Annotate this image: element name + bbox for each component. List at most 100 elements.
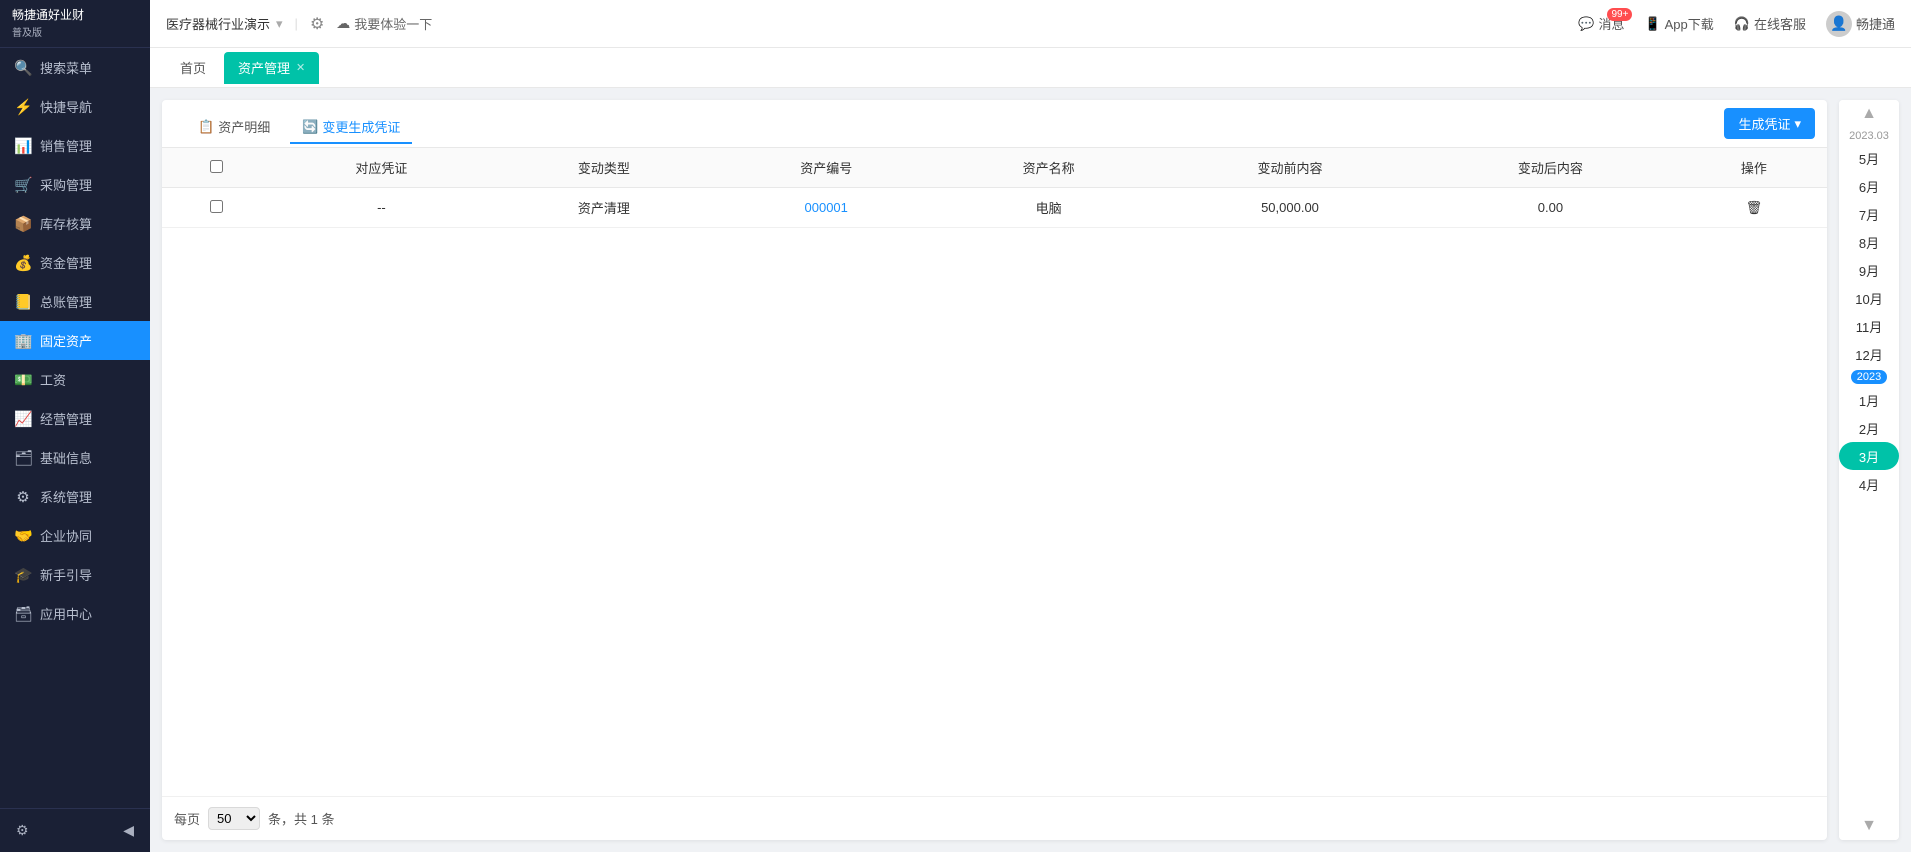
sidebar-item-search[interactable]: 🔍 搜索菜单 <box>0 48 150 87</box>
cell-before-change: 50,000.00 <box>1160 188 1420 228</box>
header-row: 对应凭证变动类型资产编号资产名称变动前内容变动后内容操作 <box>162 148 1827 188</box>
sidebar-scroll: 🔍 搜索菜单 ⚡快捷导航📊销售管理 🛒 采购管理 📦库存核算💰资金管理 📒 总账管理 🏢固定资产… <box>0 48 150 808</box>
settings-icon[interactable]: ⚙ <box>16 822 29 839</box>
logo-sub: 普及版 <box>12 24 84 39</box>
generate-voucher-button[interactable]: 生成凭证 ▾ <box>1724 108 1815 139</box>
content-area: 📋资产明细🔄变更生成凭证 生成凭证 ▾ 对应凭证变动类型资产编号资产名称变动前内… <box>150 88 1911 852</box>
page-size-select[interactable]: 102050100 <box>208 807 260 830</box>
tab-asset-mgmt[interactable]: 资产管理✕ <box>224 52 319 84</box>
sub-tab-icon: 📋 <box>198 119 214 135</box>
sidebar-label: 总账管理 <box>40 292 92 311</box>
calendar-month-10月[interactable]: 10月 <box>1839 284 1899 312</box>
sidebar-label: 系统管理 <box>40 487 92 506</box>
message-action[interactable]: 💬 消息 99+ <box>1578 14 1624 33</box>
ledger-icon: 📒 <box>14 293 32 311</box>
sub-tab-asset-detail[interactable]: 📋资产明细 <box>186 111 282 144</box>
system-icon: ⚙ <box>14 488 32 506</box>
sidebar-item-salary[interactable]: 💵工资 <box>0 360 150 399</box>
table-header: 对应凭证变动类型资产编号资产名称变动前内容变动后内容操作 <box>162 148 1827 188</box>
calendar-month-2023-4月[interactable]: 4月 <box>1839 470 1899 498</box>
sidebar-item-enterprise[interactable]: 🤝 企业协同 <box>0 516 150 555</box>
sidebar-label: 固定资产 <box>40 331 92 350</box>
tab-close-icon[interactable]: ✕ <box>296 61 305 74</box>
tab-home[interactable]: 首页 <box>166 52 220 84</box>
calendar-up-btn[interactable]: ▲ <box>1839 100 1899 128</box>
customer-service-action[interactable]: 🎧 在线客服 <box>1734 14 1806 33</box>
table-wrap: 对应凭证变动类型资产编号资产名称变动前内容变动后内容操作 --资产清理00000… <box>162 148 1827 796</box>
calendar-month-2023-2月[interactable]: 2月 <box>1839 414 1899 442</box>
total-text: 条，共 1 条 <box>268 809 334 828</box>
sidebar-label: 搜索菜单 <box>40 58 92 77</box>
calendar-month-8月[interactable]: 8月 <box>1839 228 1899 256</box>
sales-icon: 📊 <box>14 137 32 155</box>
sidebar-item-ledger[interactable]: 📒 总账管理 <box>0 282 150 321</box>
sidebar-label: 企业协同 <box>40 526 92 545</box>
calendar-month-2023-1月[interactable]: 1月 <box>1839 386 1899 414</box>
sidebar-footer: ⚙ ◀ <box>0 808 150 852</box>
enterprise-icon: 🤝 <box>14 527 32 545</box>
sidebar-item-fixed-assets[interactable]: 🏢固定资产 <box>0 321 150 360</box>
sidebar-label: 新手引导 <box>40 565 92 584</box>
cell-asset-name: 电脑 <box>937 188 1159 228</box>
sidebar-item-inventory[interactable]: 📦库存核算 <box>0 204 150 243</box>
calendar-month-5月[interactable]: 5月 <box>1839 144 1899 172</box>
user-menu[interactable]: 👤 畅捷通 <box>1826 11 1895 37</box>
calendar-year-2022-label: 2023.03 <box>1839 128 1899 144</box>
topbar: 医疗器械行业演示 ▾ | ⚙ ☁ 我要体验一下 💬 消息 99+ 📱 App下载… <box>150 0 1911 48</box>
company-selector[interactable]: 医疗器械行业演示 ▾ <box>166 14 283 33</box>
calendar-month-6月[interactable]: 6月 <box>1839 172 1899 200</box>
sub-tab-label: 资产明细 <box>218 117 270 136</box>
col-before-change: 变动前内容 <box>1160 148 1420 188</box>
cell-change-type: 资产清理 <box>493 188 715 228</box>
collapse-icon[interactable]: ◀ <box>123 822 134 839</box>
salary-icon: 💵 <box>14 371 32 389</box>
sidebar-item-purchase[interactable]: 🛒 采购管理 <box>0 165 150 204</box>
sidebar-label: 库存核算 <box>40 214 92 233</box>
app-center-icon: 🗃 <box>14 605 32 623</box>
app-download-action[interactable]: 📱 App下载 <box>1644 14 1713 33</box>
sidebar-item-operations[interactable]: 📈经营管理 <box>0 399 150 438</box>
search-icon: 🔍 <box>14 59 32 77</box>
cell-after-change: 0.00 <box>1420 188 1680 228</box>
row-checkbox[interactable] <box>210 200 223 213</box>
cell-operation[interactable]: 🗑 <box>1681 188 1827 228</box>
sidebar-item-guide[interactable]: 🎓新手引导 <box>0 555 150 594</box>
purchase-icon: 🛒 <box>14 176 32 194</box>
select-all-checkbox[interactable] <box>210 160 223 173</box>
calendar-month-12月[interactable]: 12月 <box>1839 340 1899 368</box>
avatar: 👤 <box>1826 11 1852 37</box>
sidebar-label: 采购管理 <box>40 175 92 194</box>
sidebar-item-sales[interactable]: 📊销售管理 <box>0 126 150 165</box>
message-icon: 💬 <box>1578 16 1594 32</box>
message-badge: 99+ <box>1607 8 1632 21</box>
calendar-month-11月[interactable]: 11月 <box>1839 312 1899 340</box>
sidebar-item-funds[interactable]: 💰资金管理 <box>0 243 150 282</box>
action-bar: 生成凭证 ▾ <box>1724 100 1815 147</box>
tab-label: 首页 <box>180 58 206 77</box>
sidebar-label: 资金管理 <box>40 253 92 272</box>
sidebar-item-app-center[interactable]: 🗃应用中心 <box>0 594 150 633</box>
sidebar-item-quick-nav[interactable]: ⚡快捷导航 <box>0 87 150 126</box>
topbar-right: 💬 消息 99+ 📱 App下载 🎧 在线客服 👤 畅捷通 <box>1578 11 1895 37</box>
sub-tab-icon: 🔄 <box>302 119 318 135</box>
settings-gear-icon[interactable]: ⚙ <box>310 14 324 34</box>
sub-tab-change-voucher[interactable]: 🔄变更生成凭证 <box>290 111 412 144</box>
col-asset-name: 资产名称 <box>937 148 1159 188</box>
phone-icon: 📱 <box>1644 16 1660 32</box>
year-2023-badge[interactable]: 2023 <box>1851 370 1887 384</box>
calendar-month-2023-3月[interactable]: 3月 <box>1839 442 1899 470</box>
sub-tab-label: 变更生成凭证 <box>322 117 400 136</box>
logo-text: 畅捷通好业财 <box>12 8 84 24</box>
calendar-month-7月[interactable]: 7月 <box>1839 200 1899 228</box>
experience-btn[interactable]: ☁ 我要体验一下 <box>336 14 432 33</box>
main-area: 医疗器械行业演示 ▾ | ⚙ ☁ 我要体验一下 💬 消息 99+ 📱 App下载… <box>150 0 1911 852</box>
calendar-month-9月[interactable]: 9月 <box>1839 256 1899 284</box>
table-body: --资产清理000001电脑50,000.000.00🗑 <box>162 188 1827 228</box>
calendar-panel: ▲ 2023.035月6月7月8月9月10月11月12月 2023 1月2月3月4月… <box>1839 100 1899 840</box>
cell-voucher: -- <box>270 188 492 228</box>
sidebar-item-basic-info[interactable]: 🗂基础信息 <box>0 438 150 477</box>
calendar-down-btn[interactable]: ▼ <box>1839 812 1899 840</box>
col-checkbox <box>162 148 270 188</box>
dropdown-arrow-icon: ▾ <box>1794 116 1801 132</box>
sidebar-item-system[interactable]: ⚙ 系统管理 <box>0 477 150 516</box>
